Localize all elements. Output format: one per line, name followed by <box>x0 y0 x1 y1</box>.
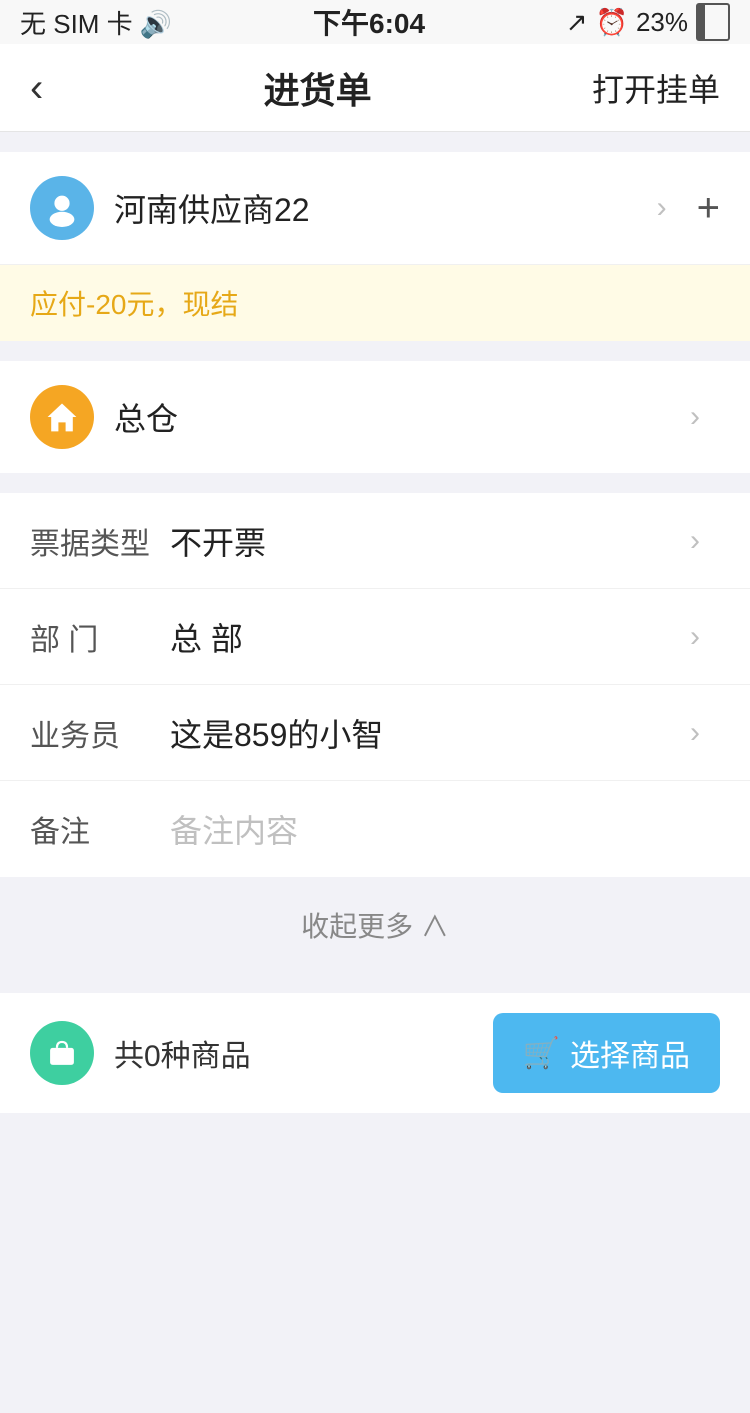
select-product-label: 选择商品 <box>570 1031 690 1075</box>
location-icon: ↗ <box>566 7 588 38</box>
collapse-row[interactable]: 收起更多 ∧ <box>0 877 750 973</box>
product-icon-wrap <box>30 1021 94 1085</box>
page-title: 进货单 <box>264 62 372 114</box>
bottom-section: 共0种商品 🛒 选择商品 <box>0 993 750 1113</box>
add-supplier-icon[interactable]: + <box>697 186 720 231</box>
remark-row[interactable]: 备注 备注内容 <box>0 781 750 877</box>
salesperson-chevron: › <box>690 716 700 750</box>
warehouse-chevron-icon: › <box>690 400 700 434</box>
form-section: 票据类型 不开票 › 部 门 总 部 › 业务员 这是859的小智 › 备注 备… <box>0 493 750 877</box>
department-row[interactable]: 部 门 总 部 › <box>0 589 750 685</box>
collapse-label: 收起更多 ∧ <box>301 905 449 945</box>
sim-label: 无 SIM 卡 🔊 <box>20 4 172 41</box>
department-label: 部 门 <box>30 615 160 659</box>
ticket-type-label: 票据类型 <box>30 519 160 563</box>
battery-icon <box>696 3 730 41</box>
remark-input[interactable]: 备注内容 <box>160 806 720 852</box>
ticket-type-row[interactable]: 票据类型 不开票 › <box>0 493 750 589</box>
section-divider-1 <box>0 132 750 152</box>
battery-label: 23% <box>636 7 688 38</box>
warehouse-row[interactable]: 总仓 › <box>0 361 750 473</box>
grey-fill <box>0 1113 750 1413</box>
ticket-type-value: 不开票 <box>160 518 690 564</box>
supplier-name: 河南供应商22 <box>114 185 657 231</box>
department-value: 总 部 <box>160 614 690 660</box>
select-product-button[interactable]: 🛒 选择商品 <box>493 1013 720 1093</box>
nav-bar: ‹ 进货单 打开挂单 <box>0 44 750 132</box>
salesperson-row[interactable]: 业务员 这是859的小智 › <box>0 685 750 781</box>
department-chevron: › <box>690 620 700 654</box>
supplier-chevron-icon: › <box>657 191 667 225</box>
status-bar: 无 SIM 卡 🔊 下午6:04 ↗ ⏰ 23% <box>0 0 750 44</box>
warehouse-card: 总仓 › <box>0 361 750 473</box>
open-pending-button[interactable]: 打开挂单 <box>592 65 720 111</box>
status-bar-right: ↗ ⏰ 23% <box>566 3 730 41</box>
remark-label: 备注 <box>30 807 160 851</box>
salesperson-value: 这是859的小智 <box>160 710 690 756</box>
alarm-icon: ⏰ <box>596 7 628 38</box>
supplier-avatar <box>30 176 94 240</box>
supplier-card: 河南供应商22 › + 应付-20元，现结 <box>0 152 750 341</box>
section-divider-2 <box>0 341 750 361</box>
supplier-notice: 应付-20元，现结 <box>0 265 750 341</box>
ticket-type-chevron: › <box>690 524 700 558</box>
warehouse-icon <box>30 385 94 449</box>
status-bar-left: 无 SIM 卡 🔊 <box>20 4 172 41</box>
product-count-label: 共0种商品 <box>114 1031 493 1075</box>
salesperson-label: 业务员 <box>30 711 160 755</box>
select-product-icon: 🛒 <box>523 1036 560 1071</box>
warehouse-name: 总仓 <box>114 394 690 440</box>
back-button[interactable]: ‹ <box>30 68 43 108</box>
status-bar-time: 下午6:04 <box>313 2 425 42</box>
supplier-row[interactable]: 河南供应商22 › + <box>0 152 750 265</box>
